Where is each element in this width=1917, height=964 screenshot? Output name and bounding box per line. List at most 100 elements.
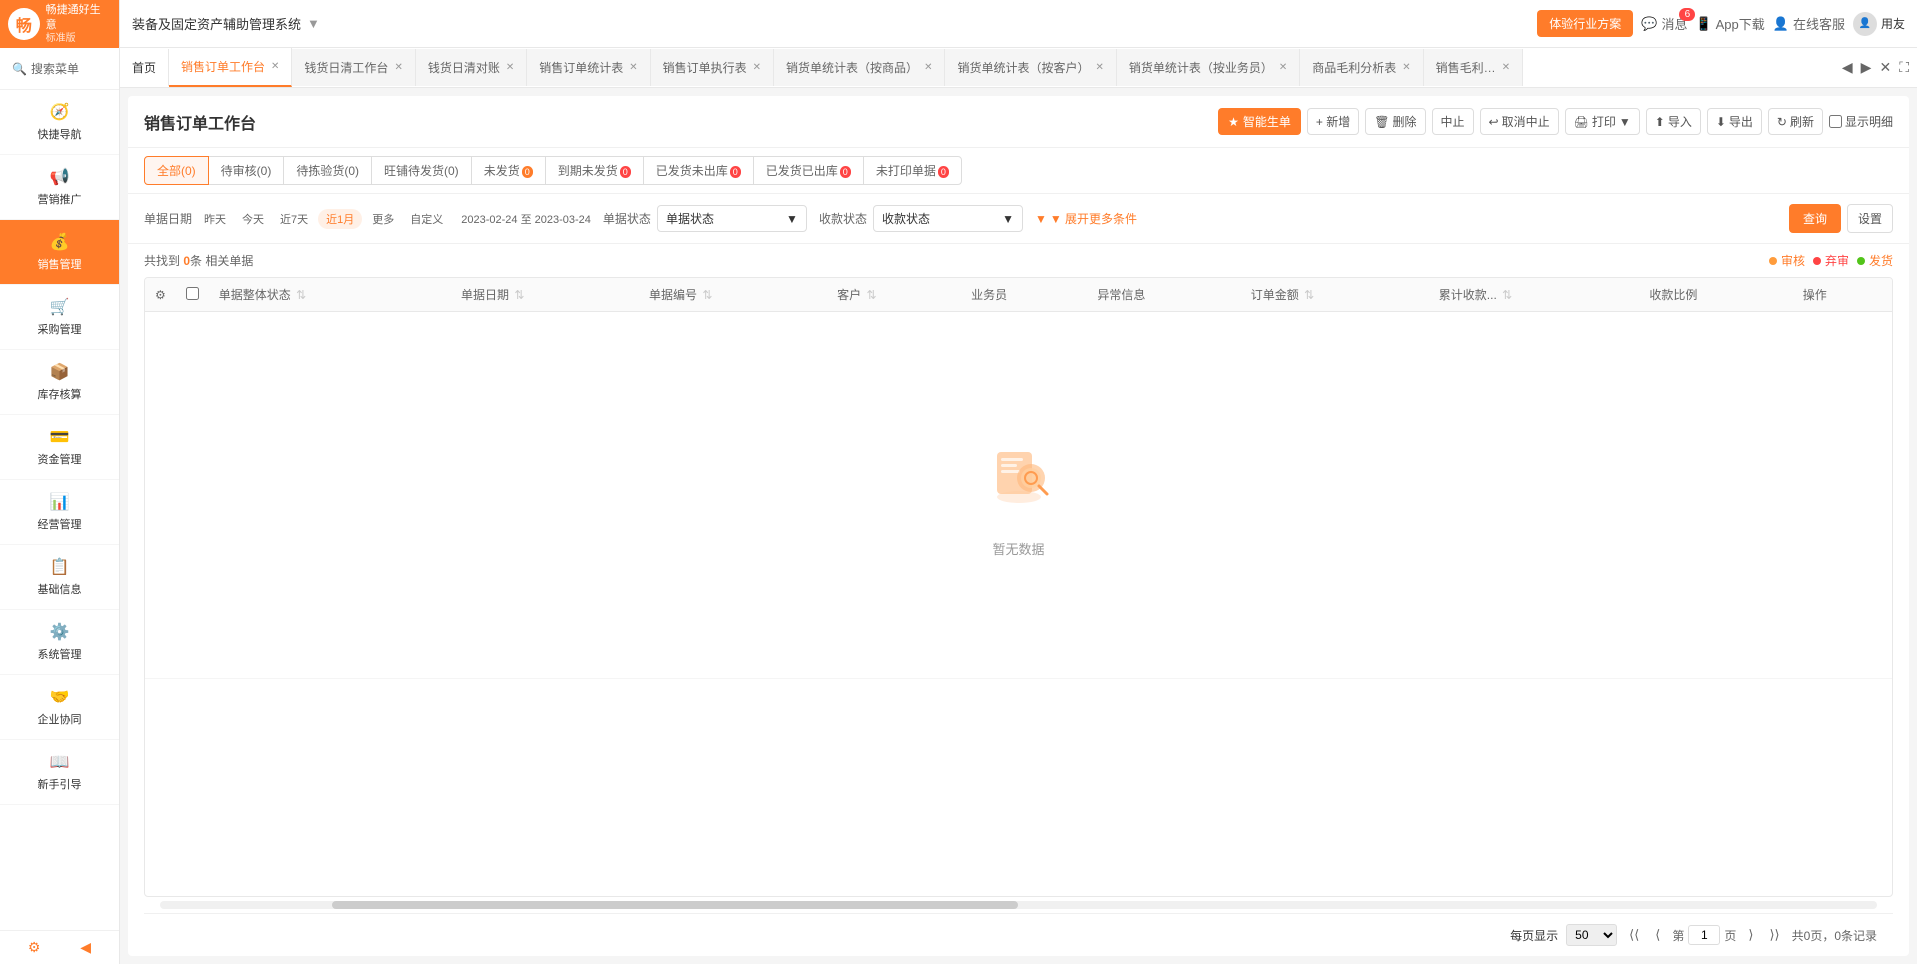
app-download-button[interactable]: 📱 App下载 xyxy=(1695,14,1764,33)
shipped-out-badge: 0 xyxy=(840,166,851,178)
topbar: 装备及固定资产辅助管理系统 ▼ 体验行业方案 💬 消息 6 📱 App下载 👤 … xyxy=(120,0,1917,48)
online-service-button[interactable]: 👤 在线客服 xyxy=(1773,14,1845,33)
tab-home[interactable]: 首页 xyxy=(120,49,169,86)
tab-daily-clear[interactable]: 钱货日清工作台 ✕ xyxy=(292,49,415,86)
page-prev-button[interactable]: ⟨ xyxy=(1651,925,1664,945)
tab-close-goods-by-staff[interactable]: ✕ xyxy=(1279,62,1287,73)
date-custom-btn[interactable]: 自定义 xyxy=(404,208,449,230)
sidebar-item-sys-admin[interactable]: ⚙️ 系统管理 xyxy=(0,610,119,675)
show-detail-checkbox[interactable] xyxy=(1829,115,1842,128)
sidebar-item-marketing[interactable]: 📢 营销推广 xyxy=(0,155,119,220)
sidebar-item-inventory[interactable]: 📦 库存核算 xyxy=(0,350,119,415)
tab-order-exec[interactable]: 销售订单执行表 ✕ xyxy=(651,49,774,86)
stop-button[interactable]: 中止 xyxy=(1432,108,1474,135)
tab-goods-by-product[interactable]: 销货单统计表（按商品） ✕ xyxy=(774,49,945,86)
star-icon: ★ xyxy=(1228,115,1239,129)
page-next-button[interactable]: ⟩ xyxy=(1744,925,1757,945)
sidebar-collapse-button[interactable]: ◀ xyxy=(80,939,91,956)
tabs-prev-button[interactable]: ◀ xyxy=(1840,57,1855,78)
filter-tab-all[interactable]: 全部(0) xyxy=(144,156,209,185)
user-info[interactable]: 👤 用友 xyxy=(1853,12,1905,36)
tab-close-order-exec[interactable]: ✕ xyxy=(753,62,761,73)
show-detail-checkbox-label[interactable]: 显示明细 xyxy=(1829,113,1893,130)
tabs-fullscreen-button[interactable]: ⛶ xyxy=(1897,57,1911,78)
sidebar-item-base-info[interactable]: 📋 基础信息 xyxy=(0,545,119,610)
audit-action-link[interactable]: 审核 xyxy=(1769,252,1805,269)
filter-tab-shipped-out[interactable]: 已发货已出库0 xyxy=(753,156,864,185)
sidebar-item-tutorial[interactable]: 📖 新手引导 xyxy=(0,740,119,805)
smart-generate-button[interactable]: ★ 智能生单 xyxy=(1218,108,1301,135)
message-button[interactable]: 💬 消息 6 xyxy=(1641,14,1687,33)
add-button[interactable]: + 新增 xyxy=(1307,108,1359,135)
filter-tab-wangpu-ship[interactable]: 旺铺待发货(0) xyxy=(371,156,472,185)
cancel-stop-button[interactable]: ↩ 取消中止 xyxy=(1480,108,1559,135)
date-1month-btn[interactable]: 近1月 xyxy=(318,209,362,229)
expand-conditions-button[interactable]: ▼ ▼ 展开更多条件 xyxy=(1035,210,1137,227)
filter-tab-shipped-not-out[interactable]: 已发货未出库0 xyxy=(643,156,754,185)
logo-icon: 畅 xyxy=(8,8,40,40)
filter-tab-not-printed[interactable]: 未打印单据0 xyxy=(863,156,962,185)
th-cumulative-payment[interactable]: 累计收款... ⇅ xyxy=(1429,278,1640,312)
sidebar-item-operations[interactable]: 📊 经营管理 xyxy=(0,480,119,545)
date-yesterday-btn[interactable]: 昨天 xyxy=(198,208,232,230)
search-menu-button[interactable]: 🔍 搜索菜单 xyxy=(8,56,111,81)
date-more-btn[interactable]: 更多 xyxy=(366,208,400,230)
print-button[interactable]: 🖨 打印 ▼ xyxy=(1565,108,1640,135)
th-customer[interactable]: 客户 ⇅ xyxy=(827,278,961,312)
ship-action-link[interactable]: 发货 xyxy=(1857,252,1893,269)
th-doc-number[interactable]: 单据编号 ⇅ xyxy=(639,278,827,312)
delete-button[interactable]: 🗑 删除 xyxy=(1365,108,1425,135)
horizontal-scrollbar[interactable] xyxy=(160,901,1877,909)
tab-reconcile[interactable]: 钱货日清对账 ✕ xyxy=(416,49,527,86)
tab-margin-analysis[interactable]: 商品毛利分析表 ✕ xyxy=(1300,49,1423,86)
th-doc-status[interactable]: 单据整体状态 ⇅ xyxy=(209,278,451,312)
sidebar-item-quick-nav[interactable]: 🧭 快捷导航 xyxy=(0,90,119,155)
page-first-button[interactable]: ⟨⟨ xyxy=(1625,925,1643,945)
sidebar-item-sales[interactable]: 💰 销售管理 xyxy=(0,220,119,285)
tabs-next-button[interactable]: ▶ xyxy=(1859,57,1874,78)
filter-tab-pending-audit[interactable]: 待审核(0) xyxy=(208,156,285,185)
inventory-icon: 📦 xyxy=(50,362,70,382)
tab-goods-by-customer[interactable]: 销货单统计表（按客户） ✕ xyxy=(945,49,1116,86)
page-size-select[interactable]: 50 10 20 100 xyxy=(1566,924,1617,946)
tabs-close-all-button[interactable]: ✕ xyxy=(1877,57,1893,78)
sidebar-settings-button[interactable]: ⚙ xyxy=(28,939,41,956)
export-button[interactable]: ⬇ 导出 xyxy=(1707,108,1762,135)
tab-close-sales-margin[interactable]: ✕ xyxy=(1502,62,1510,73)
sidebar-item-collab[interactable]: 🤝 企业协同 xyxy=(0,675,119,740)
scroll-thumb[interactable] xyxy=(332,901,1019,909)
tab-close-goods-by-product[interactable]: ✕ xyxy=(924,62,932,73)
status-select[interactable]: 单据状态 ▼ xyxy=(657,205,807,232)
tab-close-goods-by-customer[interactable]: ✕ xyxy=(1095,62,1103,73)
tab-sales-order-workbench[interactable]: 销售订单工作台 ✕ xyxy=(169,48,292,87)
payment-select[interactable]: 收款状态 ▼ xyxy=(873,205,1023,232)
filter-tab-not-shipped[interactable]: 未发货0 xyxy=(471,156,546,185)
sidebar-item-finance[interactable]: 💳 资金管理 xyxy=(0,415,119,480)
tab-close-reconcile[interactable]: ✕ xyxy=(506,62,514,73)
date-7days-btn[interactable]: 近7天 xyxy=(274,208,314,230)
cancel-audit-action-link[interactable]: 弃审 xyxy=(1813,252,1849,269)
th-order-amount[interactable]: 订单金额 ⇅ xyxy=(1241,278,1429,312)
tab-close-daily-clear[interactable]: ✕ xyxy=(394,62,402,73)
select-all-checkbox[interactable] xyxy=(186,287,199,300)
filter-tab-overdue-ship[interactable]: 到期未发货0 xyxy=(545,156,644,185)
tab-order-stats[interactable]: 销售订单统计表 ✕ xyxy=(527,49,650,86)
import-button[interactable]: ⬆ 导入 xyxy=(1646,108,1701,135)
filter-tab-pending-inspect[interactable]: 待拣验货(0) xyxy=(283,156,372,185)
search-setting-button[interactable]: 设置 xyxy=(1847,204,1893,233)
industry-solution-button[interactable]: 体验行业方案 xyxy=(1537,10,1633,37)
th-doc-date[interactable]: 单据日期 ⇅ xyxy=(451,278,639,312)
date-today-btn[interactable]: 今天 xyxy=(236,208,270,230)
sidebar-item-purchase[interactable]: 🛒 采购管理 xyxy=(0,285,119,350)
tab-sales-margin[interactable]: 销售毛利… ✕ xyxy=(1424,49,1523,86)
refresh-button[interactable]: ↻ 刷新 xyxy=(1768,108,1823,135)
page-last-button[interactable]: ⟩⟩ xyxy=(1765,925,1783,945)
table-area: 共找到 0条 相关单据 审核 弃审 发货 xyxy=(128,244,1909,956)
tab-close-sales-order[interactable]: ✕ xyxy=(271,61,279,72)
export-icon: ⬇ xyxy=(1716,115,1726,129)
tab-close-margin-analysis[interactable]: ✕ xyxy=(1402,62,1410,73)
query-button[interactable]: 查询 xyxy=(1789,204,1841,233)
page-number-input[interactable] xyxy=(1688,925,1720,945)
tab-close-order-stats[interactable]: ✕ xyxy=(629,62,637,73)
tab-goods-by-staff[interactable]: 销货单统计表（按业务员） ✕ xyxy=(1117,49,1300,86)
